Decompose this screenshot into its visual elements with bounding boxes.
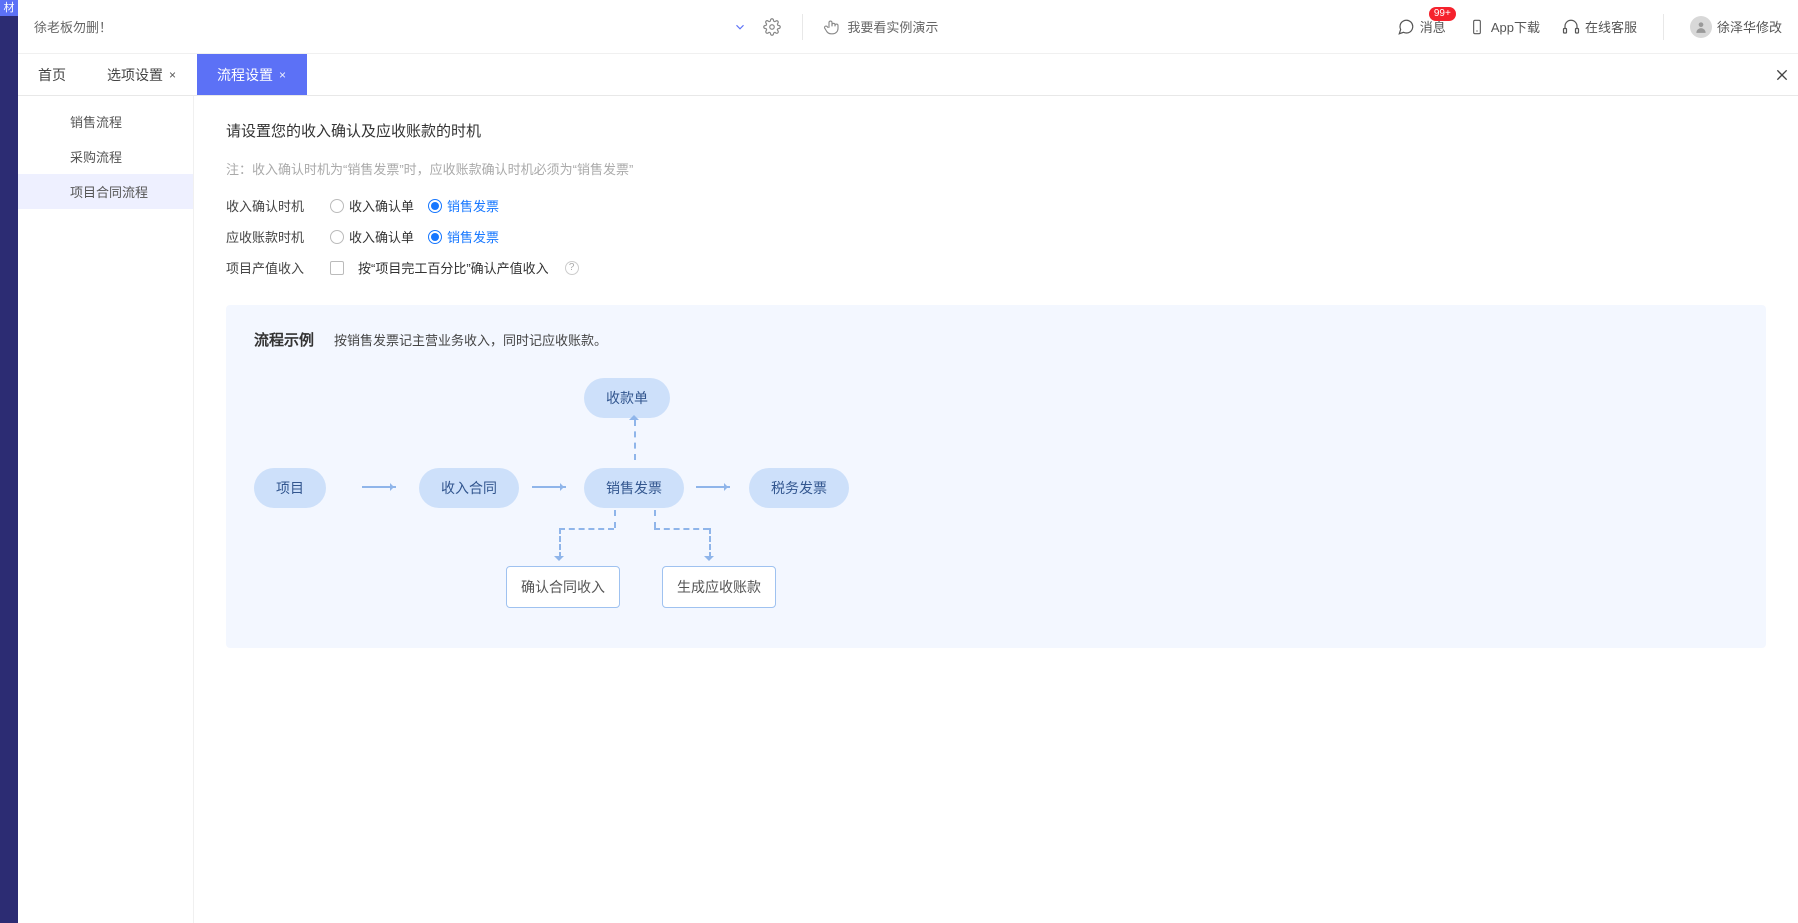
- revenue-label: 收入确认时机: [226, 196, 316, 215]
- arrow-head-icon: [554, 556, 564, 566]
- tabs-bar: 首页选项设置×流程设置×: [18, 54, 1798, 96]
- arrow-icon: [696, 486, 730, 488]
- left-nav-strip[interactable]: 材: [0, 0, 18, 923]
- dashed-line: [559, 528, 561, 558]
- message-icon: [1397, 18, 1415, 36]
- gear-icon[interactable]: [762, 17, 782, 37]
- dashed-line: [654, 528, 709, 530]
- flow-example-panel: 流程示例 按销售发票记主营业务收入，同时记应收账款。 项目 收入合同 销售发票 …: [226, 305, 1766, 648]
- user-menu[interactable]: 徐泽华修改: [1690, 16, 1782, 38]
- tab-2[interactable]: 流程设置×: [197, 54, 307, 95]
- support-button[interactable]: 在线客服: [1562, 17, 1637, 36]
- dashed-line: [654, 510, 656, 528]
- content-area: 请设置您的收入确认及应收账款的时机 注：收入确认时机为“销售发票”时，应收账款确…: [194, 96, 1798, 923]
- sidebar-item-0[interactable]: 销售流程: [18, 104, 193, 139]
- dashed-line: [709, 528, 711, 558]
- receivable-label: 应收账款时机: [226, 227, 316, 246]
- chevron-down-icon[interactable]: [732, 19, 748, 35]
- arrow-icon: [532, 486, 566, 488]
- tab-1[interactable]: 选项设置×: [87, 54, 197, 95]
- flow-desc: 按销售发票记主营业务收入，同时记应收账款。: [334, 330, 607, 349]
- node-gen-receivable: 生成应收账款: [662, 566, 776, 608]
- notification-badge: 99+: [1429, 7, 1456, 21]
- dashed-line: [559, 528, 614, 530]
- revenue-radio-confirm[interactable]: 收入确认单: [330, 196, 414, 215]
- close-icon[interactable]: ×: [279, 68, 286, 82]
- checkbox-label: 按“项目完工百分比”确认产值收入: [358, 258, 549, 277]
- close-all-tabs-button[interactable]: [1774, 54, 1790, 95]
- arrow-head-icon: [629, 410, 639, 420]
- note-text: 注：收入确认时机为“销售发票”时，应收账款确认时机必须为“销售发票”: [226, 159, 1766, 178]
- percentage-checkbox[interactable]: [330, 261, 344, 275]
- flow-title: 流程示例: [254, 329, 314, 350]
- project-value-label: 项目产值收入: [226, 258, 316, 277]
- help-icon[interactable]: ?: [565, 261, 579, 275]
- receivable-radio-invoice[interactable]: 销售发票: [428, 227, 499, 246]
- node-income-contract: 收入合同: [419, 468, 519, 508]
- node-tax-invoice: 税务发票: [749, 468, 849, 508]
- avatar-icon: [1690, 16, 1712, 38]
- org-selector[interactable]: 徐老板勿删！: [34, 17, 274, 36]
- divider: [802, 14, 803, 40]
- messages-button[interactable]: 消息 99+: [1397, 17, 1446, 36]
- page-title: 请设置您的收入确认及应收账款的时机: [226, 120, 1766, 141]
- demo-link[interactable]: 我要看实例演示: [823, 17, 938, 36]
- arrow-icon: [362, 486, 396, 488]
- hand-icon: [823, 18, 841, 36]
- divider: [1663, 14, 1664, 40]
- dashed-line: [614, 510, 616, 528]
- dashed-line: [634, 420, 636, 460]
- node-sales-invoice: 销售发票: [584, 468, 684, 508]
- node-receipt: 收款单: [584, 378, 670, 418]
- headset-icon: [1562, 18, 1580, 36]
- receivable-radio-confirm[interactable]: 收入确认单: [330, 227, 414, 246]
- sidebar-item-1[interactable]: 采购流程: [18, 139, 193, 174]
- sidebar: 销售流程采购流程项目合同流程: [18, 96, 194, 923]
- arrow-head-icon: [704, 556, 714, 566]
- node-confirm-income: 确认合同收入: [506, 566, 620, 608]
- top-bar: 徐老板勿删！ 我要看实例演示: [18, 0, 1798, 54]
- node-project: 项目: [254, 468, 326, 508]
- tab-0[interactable]: 首页: [18, 54, 87, 95]
- revenue-radio-invoice[interactable]: 销售发票: [428, 196, 499, 215]
- left-strip-badge: 材: [0, 0, 18, 16]
- close-icon[interactable]: ×: [169, 68, 176, 82]
- mobile-icon: [1468, 18, 1486, 36]
- app-download-button[interactable]: App下载: [1468, 17, 1540, 36]
- org-name: 徐老板勿删！: [34, 17, 112, 36]
- sidebar-item-2[interactable]: 项目合同流程: [18, 174, 193, 209]
- flow-diagram: 项目 收入合同 销售发票 税务发票 收款单: [254, 378, 974, 608]
